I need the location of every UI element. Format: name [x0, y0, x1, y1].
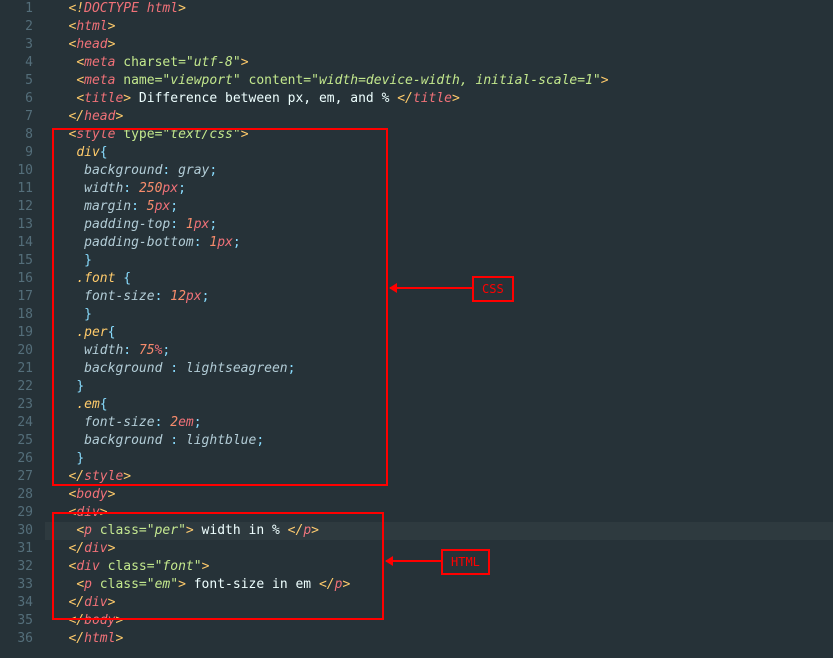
code-line[interactable]: <style type="text/css"> [45, 126, 833, 144]
code-line[interactable]: } [45, 378, 833, 396]
code-line[interactable]: background: gray; [45, 162, 833, 180]
line-number: 23 [0, 396, 33, 414]
line-number: 34 [0, 594, 33, 612]
line-number: 3 [0, 36, 33, 54]
line-number: 7 [0, 108, 33, 126]
code-line[interactable]: width: 75%; [45, 342, 833, 360]
line-number: 29 [0, 504, 33, 522]
code-line[interactable]: width: 250px; [45, 180, 833, 198]
line-number: 17 [0, 288, 33, 306]
code-line[interactable]: padding-top: 1px; [45, 216, 833, 234]
code-line[interactable]: <p class="em"> font-size in em </p> [45, 576, 833, 594]
line-number: 9 [0, 144, 33, 162]
html-arrow [386, 560, 441, 562]
code-line[interactable]: <html> [45, 18, 833, 36]
line-number: 15 [0, 252, 33, 270]
code-line[interactable]: .em{ [45, 396, 833, 414]
code-line[interactable]: background : lightseagreen; [45, 360, 833, 378]
line-number: 33 [0, 576, 33, 594]
code-line[interactable]: margin: 5px; [45, 198, 833, 216]
line-number: 27 [0, 468, 33, 486]
code-line[interactable]: </body> [45, 612, 833, 630]
code-line[interactable]: } [45, 306, 833, 324]
line-number: 24 [0, 414, 33, 432]
line-number: 32 [0, 558, 33, 576]
line-number: 1 [0, 0, 33, 18]
code-line[interactable]: .font { [45, 270, 833, 288]
line-number: 30 [0, 522, 33, 540]
code-line[interactable]: div{ [45, 144, 833, 162]
code-line[interactable]: padding-bottom: 1px; [45, 234, 833, 252]
code-line[interactable]: </html> [45, 630, 833, 648]
line-number: 21 [0, 360, 33, 378]
line-number: 36 [0, 630, 33, 648]
css-arrow [390, 287, 472, 289]
code-line[interactable]: </style> [45, 468, 833, 486]
active-line-highlight [45, 522, 833, 540]
line-number: 20 [0, 342, 33, 360]
line-number: 11 [0, 180, 33, 198]
line-number: 8 [0, 126, 33, 144]
line-number: 35 [0, 612, 33, 630]
code-area[interactable]: <!DOCTYPE html> <html> <head> <meta char… [45, 0, 833, 648]
code-line[interactable]: <div> [45, 504, 833, 522]
code-line[interactable]: background : lightblue; [45, 432, 833, 450]
line-number: 31 [0, 540, 33, 558]
line-number: 28 [0, 486, 33, 504]
line-number: 13 [0, 216, 33, 234]
line-number: 4 [0, 54, 33, 72]
code-line[interactable]: <body> [45, 486, 833, 504]
code-line[interactable]: <meta name="viewport" content="width=dev… [45, 72, 833, 90]
line-number: 2 [0, 18, 33, 36]
code-line[interactable]: <title> Difference between px, em, and %… [45, 90, 833, 108]
line-number: 16 [0, 270, 33, 288]
code-line[interactable]: font-size: 2em; [45, 414, 833, 432]
code-line[interactable]: </div> [45, 540, 833, 558]
line-number: 19 [0, 324, 33, 342]
code-line[interactable]: <head> [45, 36, 833, 54]
line-number: 25 [0, 432, 33, 450]
line-number: 12 [0, 198, 33, 216]
line-number: 18 [0, 306, 33, 324]
code-line[interactable]: .per{ [45, 324, 833, 342]
line-number: 14 [0, 234, 33, 252]
code-line[interactable]: font-size: 12px; [45, 288, 833, 306]
code-line[interactable]: <!DOCTYPE html> [45, 0, 833, 18]
line-number: 22 [0, 378, 33, 396]
code-editor[interactable]: 1234567891011121314151617181920212223242… [0, 0, 833, 648]
line-number: 6 [0, 90, 33, 108]
code-line[interactable]: } [45, 252, 833, 270]
line-number: 10 [0, 162, 33, 180]
code-line[interactable]: </head> [45, 108, 833, 126]
line-number-gutter: 1234567891011121314151617181920212223242… [0, 0, 45, 648]
line-number: 26 [0, 450, 33, 468]
line-number: 5 [0, 72, 33, 90]
code-line[interactable]: } [45, 450, 833, 468]
code-line[interactable]: <meta charset="utf-8"> [45, 54, 833, 72]
code-line[interactable]: </div> [45, 594, 833, 612]
html-label: HTML [441, 549, 490, 575]
css-label: CSS [472, 276, 514, 302]
